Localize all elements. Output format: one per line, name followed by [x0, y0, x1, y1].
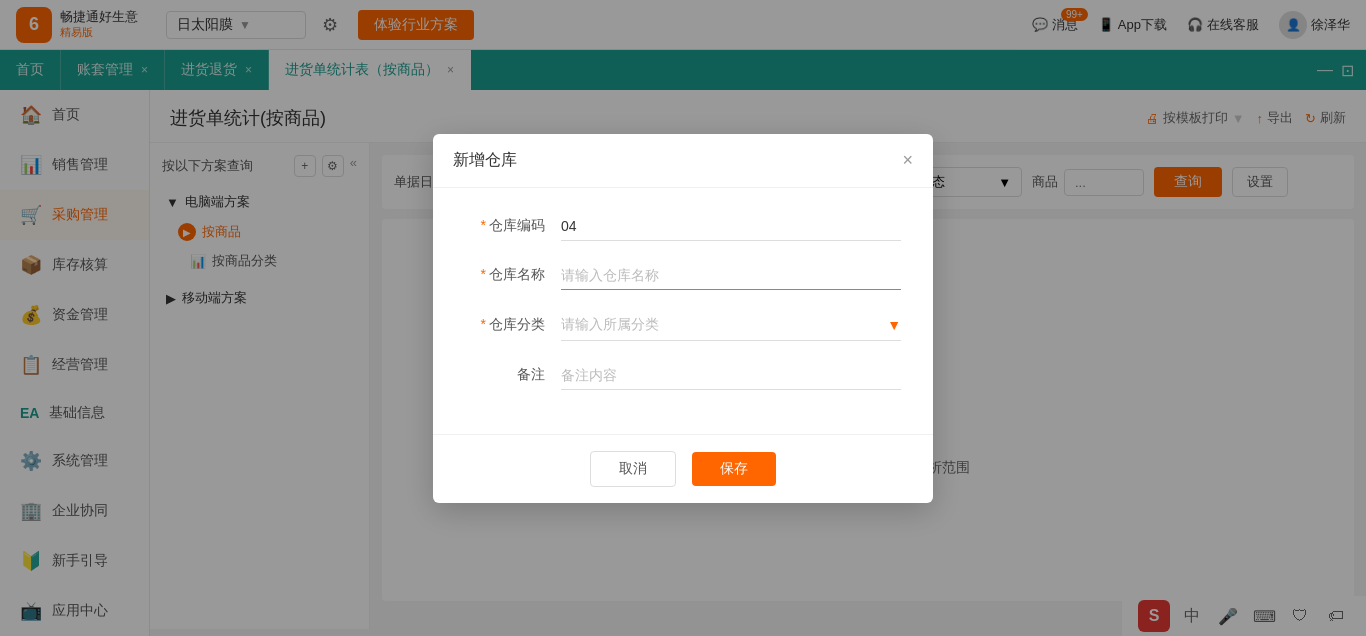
warehouse-category-label: 仓库分类	[465, 316, 545, 334]
modal-header: 新增仓库 ×	[433, 134, 933, 188]
warehouse-code-label: 仓库编码	[465, 217, 545, 235]
cancel-button[interactable]: 取消	[590, 451, 676, 487]
warehouse-category-arrow: ▼	[887, 317, 901, 333]
warehouse-name-row: 仓库名称	[465, 261, 901, 290]
warehouse-category-text: 请输入所属分类	[561, 316, 887, 334]
warehouse-code-row: 仓库编码	[465, 212, 901, 241]
warehouse-name-label: 仓库名称	[465, 266, 545, 284]
modal-body: 仓库编码 仓库名称 仓库分类 请输入所属分类 ▼ 备注	[433, 188, 933, 434]
add-warehouse-modal: 新增仓库 × 仓库编码 仓库名称 仓库分类 请输入所属分类 ▼ 备注	[433, 134, 933, 503]
warehouse-code-input[interactable]	[561, 212, 901, 241]
modal-close-button[interactable]: ×	[902, 150, 913, 171]
modal-footer: 取消 保存	[433, 434, 933, 503]
warehouse-category-select[interactable]: 请输入所属分类 ▼	[561, 310, 901, 341]
save-button[interactable]: 保存	[692, 452, 776, 486]
warehouse-remark-input[interactable]	[561, 361, 901, 390]
warehouse-category-row: 仓库分类 请输入所属分类 ▼	[465, 310, 901, 341]
modal-title: 新增仓库	[453, 150, 517, 171]
warehouse-name-input[interactable]	[561, 261, 901, 290]
warehouse-remark-row: 备注	[465, 361, 901, 390]
warehouse-remark-label: 备注	[465, 366, 545, 384]
modal-overlay: 新增仓库 × 仓库编码 仓库名称 仓库分类 请输入所属分类 ▼ 备注	[0, 0, 1366, 636]
